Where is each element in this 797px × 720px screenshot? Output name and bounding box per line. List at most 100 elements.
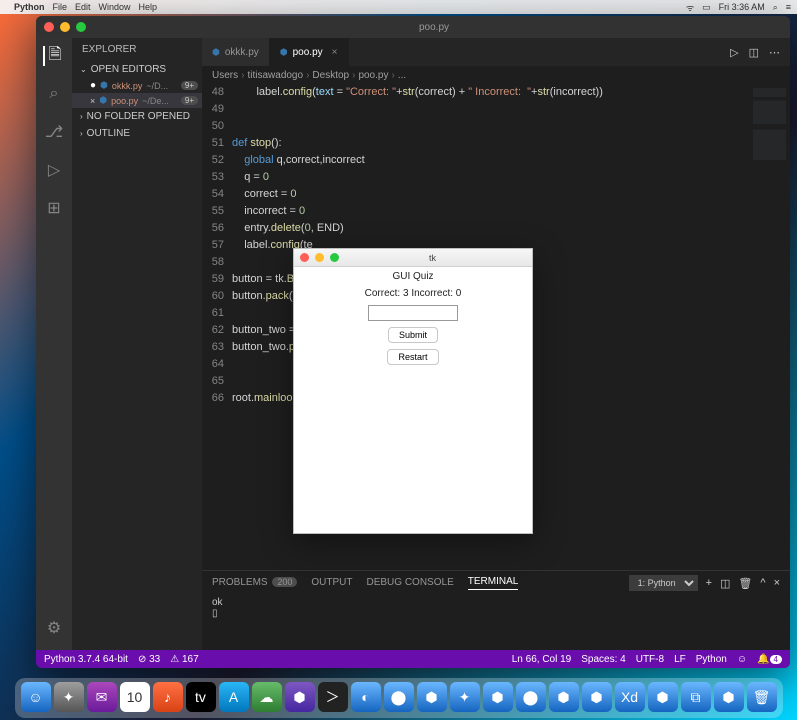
status-warnings[interactable]: ⚠ 167 <box>170 654 198 665</box>
maximize-icon[interactable] <box>76 22 86 32</box>
status-eol[interactable]: LF <box>674 654 686 665</box>
status-feedback-icon[interactable]: ☺ <box>737 654 747 665</box>
panel-tab-output[interactable]: OUTPUT <box>311 577 352 590</box>
dock-app-generic[interactable]: ⬢ <box>714 682 744 712</box>
close-panel-icon[interactable]: × <box>774 577 780 589</box>
no-folder-section[interactable]: ›NO FOLDER OPENED <box>72 108 202 125</box>
menubar-app[interactable]: Python <box>14 2 45 12</box>
status-spaces[interactable]: Spaces: 4 <box>581 654 625 665</box>
new-terminal-icon[interactable]: + <box>706 577 712 589</box>
outline-section[interactable]: ›OUTLINE <box>72 125 202 142</box>
dock-app-music[interactable]: ♪ <box>153 682 183 712</box>
breadcrumb[interactable]: Users› titisawadogo› Desktop› poo.py› ..… <box>202 66 790 84</box>
python-file-icon: ⬢ <box>280 47 288 58</box>
dock-app-generic[interactable]: ⬢ <box>483 682 513 712</box>
source-control-icon[interactable]: ⎇ <box>44 122 64 142</box>
submit-button[interactable]: Submit <box>388 327 438 343</box>
explorer-icon[interactable]: 🗎 <box>43 46 63 66</box>
dock-app-trash[interactable]: 🗑 <box>747 682 777 712</box>
minimap[interactable] <box>748 84 790 570</box>
clock[interactable]: Fri 3:36 AM <box>719 2 765 12</box>
dock-app-generic[interactable]: ⬤ <box>516 682 546 712</box>
menu-edit[interactable]: Edit <box>75 2 91 12</box>
status-errors[interactable]: ⊘ 33 <box>138 654 160 665</box>
dock-app-vscode[interactable]: ⧉ <box>681 682 711 712</box>
dock-app-generic[interactable]: ⬢ <box>549 682 579 712</box>
dock-app-tv[interactable]: tv <box>186 682 216 712</box>
split-terminal-icon[interactable]: ◫ <box>720 577 730 590</box>
tk-score: Correct: 3 Incorrect: 0 <box>365 288 462 299</box>
status-lang[interactable]: Python <box>696 654 727 665</box>
tk-heading: GUI Quiz <box>392 271 433 282</box>
close-icon[interactable]: × <box>90 96 95 106</box>
close-icon[interactable] <box>44 22 54 32</box>
panel-tab-problems[interactable]: PROBLEMS 200 <box>212 577 297 590</box>
battery-icon[interactable]: ▭ <box>702 2 711 13</box>
tk-titlebar: tk <box>294 249 532 267</box>
minimize-icon[interactable] <box>60 22 70 32</box>
window-title: poo.py <box>86 22 782 33</box>
mac-menubar: Python File Edit Window Help ᯤ ▭ Fri 3:3… <box>0 0 797 14</box>
menu-file[interactable]: File <box>53 2 68 12</box>
tab-okkk[interactable]: ⬢okkk.py <box>202 38 270 66</box>
activity-bar: 🗎 ⌕ ⎇ ▷ ⊞ ⚙ <box>36 38 72 650</box>
dock: ☺ ✦ ✉ 10 ♪ tv A ☁ ⬢ ＞ ◐ ⬤ ⬢ ✦ ⬢ ⬤ ⬢ ⬢ Xd… <box>15 678 783 718</box>
chevron-right-icon: › <box>80 129 83 138</box>
tab-poo[interactable]: ⬢poo.py× <box>270 38 349 66</box>
status-ln-col[interactable]: Ln 66, Col 19 <box>512 654 572 665</box>
status-python[interactable]: Python 3.7.4 64-bit <box>44 654 128 665</box>
explorer-title: EXPLORER <box>72 38 202 61</box>
sidebar: EXPLORER ⌄OPEN EDITORS ● ⬢ okkk.py ~/D..… <box>72 38 202 650</box>
tk-entry[interactable] <box>368 305 458 321</box>
trash-icon[interactable]: 🗑 <box>738 577 752 590</box>
open-editor-item[interactable]: ● ⬢ okkk.py ~/D... 9+ <box>72 78 202 93</box>
dock-app-finder[interactable]: ☺ <box>21 682 51 712</box>
extensions-icon[interactable]: ⊞ <box>44 198 64 218</box>
terminal-body[interactable]: ok ▯ <box>202 595 790 621</box>
status-bar: Python 3.7.4 64-bit ⊘ 33 ⚠ 167 Ln 66, Co… <box>36 650 790 668</box>
search-icon[interactable]: ⌕ <box>44 84 64 104</box>
editor-tabs: ⬢okkk.py ⬢poo.py× ▷ ◫ ⋯ <box>202 38 790 66</box>
menu-help[interactable]: Help <box>139 2 158 12</box>
python-file-icon: ⬢ <box>100 80 108 91</box>
terminal-select[interactable]: 1: Python <box>629 575 698 591</box>
dock-app-generic[interactable]: ◐ <box>351 682 381 712</box>
more-icon[interactable]: ⋯ <box>769 46 780 59</box>
menu-window[interactable]: Window <box>99 2 131 12</box>
dock-app-generic[interactable]: ⬢ <box>285 682 315 712</box>
dock-app-generic[interactable]: ⬤ <box>384 682 414 712</box>
dock-app-safari[interactable]: ✦ <box>54 682 84 712</box>
restart-button[interactable]: Restart <box>387 349 438 365</box>
status-encoding[interactable]: UTF-8 <box>636 654 664 665</box>
dock-app-generic[interactable]: ⬢ <box>417 682 447 712</box>
debug-icon[interactable]: ▷ <box>44 160 64 180</box>
settings-gear-icon[interactable]: ⚙ <box>44 618 64 638</box>
chevron-down-icon: ⌄ <box>80 65 87 74</box>
minimize-icon[interactable] <box>315 253 324 262</box>
run-icon[interactable]: ▷ <box>730 46 738 59</box>
dock-app-xd[interactable]: Xd <box>615 682 645 712</box>
dock-app-mail[interactable]: ✉ <box>87 682 117 712</box>
search-icon[interactable]: ⌕ <box>773 2 778 13</box>
menu-icon[interactable]: ≡ <box>786 2 791 12</box>
open-editors-section[interactable]: ⌄OPEN EDITORS <box>72 61 202 78</box>
maximize-icon[interactable] <box>330 253 339 262</box>
dock-app-calendar[interactable]: 10 <box>120 682 150 712</box>
split-editor-icon[interactable]: ◫ <box>749 46 759 59</box>
chevron-up-icon[interactable]: ^ <box>760 577 765 589</box>
cursor: ▯ <box>212 608 780 619</box>
dock-app-generic[interactable]: ⬢ <box>582 682 612 712</box>
close-icon[interactable]: × <box>332 47 338 58</box>
dock-app-appstore[interactable]: A <box>219 682 249 712</box>
dock-app-generic[interactable]: ✦ <box>450 682 480 712</box>
panel-tab-debug[interactable]: DEBUG CONSOLE <box>367 577 454 590</box>
close-icon[interactable] <box>300 253 309 262</box>
dock-app-terminal[interactable]: ＞ <box>318 682 348 712</box>
tk-window: tk GUI Quiz Correct: 3 Incorrect: 0 Subm… <box>293 248 533 534</box>
wifi-icon[interactable]: ᯤ <box>686 1 694 14</box>
open-editor-item[interactable]: × ⬢ poo.py ~/De... 9+ <box>72 93 202 108</box>
dock-app-messages[interactable]: ☁ <box>252 682 282 712</box>
panel-tab-terminal[interactable]: TERMINAL <box>468 576 519 590</box>
status-bell-icon[interactable]: 🔔4 <box>757 654 782 665</box>
dock-app-generic[interactable]: ⬢ <box>648 682 678 712</box>
